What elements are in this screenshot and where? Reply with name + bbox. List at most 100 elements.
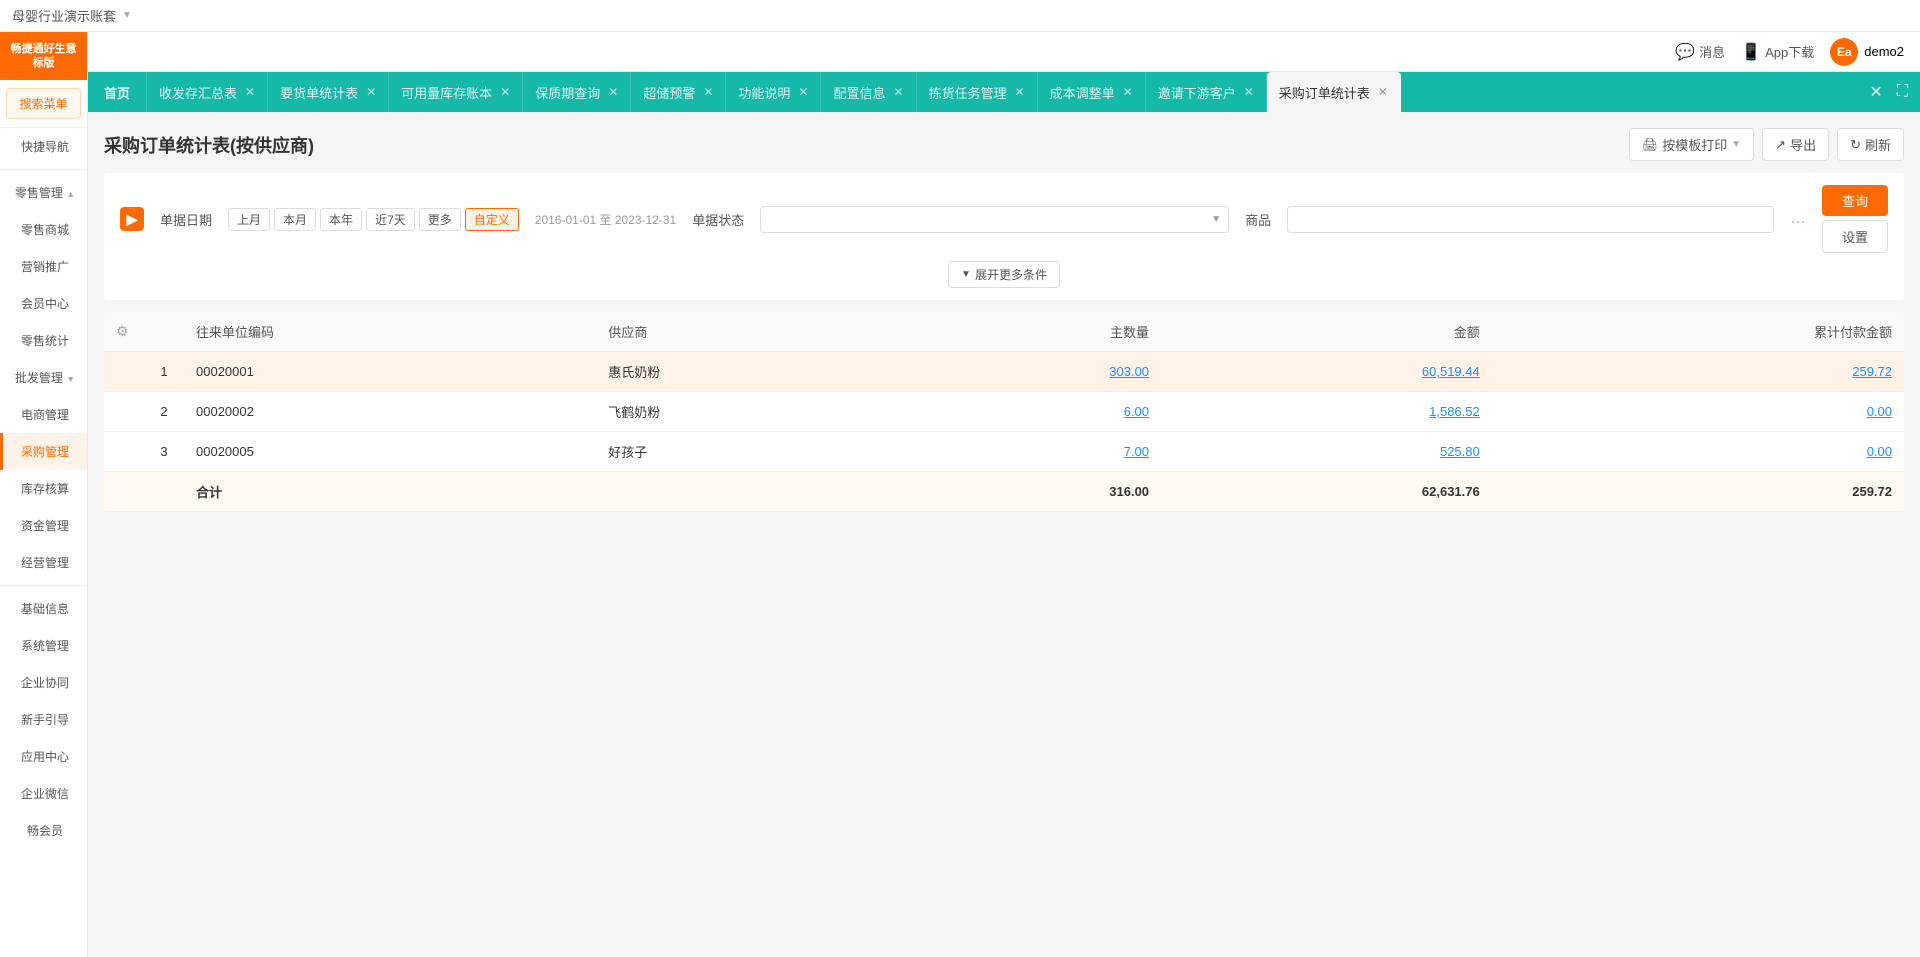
th-paid-amount: 累计付款金额 [1492,312,1904,352]
table-row[interactable]: 2 00020002 飞鹤奶粉 6.00 1,586.52 0.00 [104,392,1904,432]
status-filter-label: 单据状态 [692,210,744,229]
sidebar-item-retail[interactable]: 零售管理 ▲ [0,174,87,211]
query-button[interactable]: 查询 [1822,185,1888,216]
sidebar-item-label: 经营管理 [21,554,69,571]
tab-close-icon[interactable]: ✕ [1244,85,1254,99]
sidebar-item-label: 采购管理 [21,443,69,460]
message-icon: 💬 [1675,42,1695,62]
sidebar-item-retail-stats[interactable]: 零售统计 [0,322,87,359]
footer-paid-amount: 259.72 [1492,472,1904,512]
row-main-qty: 7.00 [903,432,1161,472]
row-amount: 1,586.52 [1161,392,1492,432]
tab-function-desc[interactable]: 功能说明 ✕ [726,72,821,112]
table-row[interactable]: 1 00020001 惠氏奶粉 303.00 60,519.44 259.72 [104,352,1904,392]
tab-label: 超储预警 [643,83,695,102]
status-select[interactable] [760,206,1229,233]
sidebar-item-label: 基础信息 [21,600,69,617]
date-shortcut-7days[interactable]: 近7天 [366,208,415,231]
tab-close-icon[interactable]: ✕ [500,85,510,99]
sidebar-item-label: 批发管理 ▼ [15,369,75,386]
workspace-dropdown-icon[interactable]: ▼ [122,10,132,21]
print-button[interactable]: 🖨 按模板打印 ▼ [1629,128,1754,161]
tab-cost-adjust[interactable]: 成本调整单 ✕ [1038,72,1146,112]
goods-more-icon[interactable]: … [1790,210,1806,228]
tab-expiry-query[interactable]: 保质期查询 ✕ [523,72,631,112]
user-profile[interactable]: Ea demo2 [1830,38,1904,66]
workspace-select[interactable]: 母婴行业演示账套 ▼ [12,6,132,25]
tab-goods-stats[interactable]: 要货单统计表 ✕ [268,72,389,112]
footer-label: 合计 [184,472,596,512]
tab-maximize-icon[interactable]: ⛶ [1893,81,1912,103]
row-partner-code: 00020005 [184,432,596,472]
row-main-qty: 6.00 [903,392,1161,432]
export-button[interactable]: ↗ 导出 [1762,128,1829,161]
sidebar-item-enterprise-collab[interactable]: 企业协同 [0,664,87,701]
tab-close-icon[interactable]: ✕ [608,85,618,99]
date-shortcuts: 上月 本月 本年 近7天 更多 自定义 [228,208,519,231]
sidebar-search-section: 搜索菜单 [0,80,87,128]
sidebar-item-members[interactable]: 会员中心 [0,285,87,322]
sidebar-item-ecommerce[interactable]: 电商管理 [0,396,87,433]
footer-empty-3 [596,472,903,512]
message-action[interactable]: 💬 消息 [1675,42,1725,62]
tab-close-icon[interactable]: ✕ [245,85,255,99]
sidebar-item-operations[interactable]: 经营管理 [0,544,87,581]
date-shortcut-custom[interactable]: 自定义 [465,208,519,231]
page-header-actions: 🖨 按模板打印 ▼ ↗ 导出 ↻ 刷新 [1629,128,1904,161]
sidebar-item-quick-nav[interactable]: 快捷导航 [0,128,87,165]
row-supplier: 好孩子 [596,432,903,472]
tab-overstock[interactable]: 超储预警 ✕ [631,72,726,112]
tab-close-icon[interactable]: ✕ [798,85,808,99]
tab-picking-tasks[interactable]: 拣货任务管理 ✕ [917,72,1038,112]
tab-home[interactable]: 首页 [88,72,147,112]
message-label: 消息 [1699,42,1725,61]
tab-close-all-icon[interactable]: ✕ [1865,80,1886,104]
sidebar-item-label: 资金管理 [21,517,69,534]
table-row[interactable]: 3 00020005 好孩子 7.00 525.80 0.00 [104,432,1904,472]
tab-close-icon[interactable]: ✕ [703,85,713,99]
search-menu-button[interactable]: 搜索菜单 [6,88,81,119]
tab-label: 保质期查询 [535,83,600,102]
sidebar-item-basic-info[interactable]: 基础信息 [0,590,87,627]
tab-config-info[interactable]: 配置信息 ✕ [821,72,916,112]
tab-purchase-stats[interactable]: 采购订单统计表 ✕ [1267,72,1401,112]
sidebar-item-app-center[interactable]: 应用中心 [0,738,87,775]
tab-close-icon[interactable]: ✕ [894,85,904,99]
row-main-qty: 303.00 [903,352,1161,392]
tab-close-icon[interactable]: ✕ [1123,85,1133,99]
sidebar-item-vip[interactable]: 畅会员 [0,812,87,849]
date-shortcut-this-month[interactable]: 本月 [274,208,316,231]
tab-invite-downstream[interactable]: 邀请下游客户 ✕ [1146,72,1267,112]
sidebar-item-system[interactable]: 系统管理 [0,627,87,664]
sidebar-item-enterprise-wechat[interactable]: 企业微信 [0,775,87,812]
expand-more-button[interactable]: ▼ 展开更多条件 [948,261,1060,288]
date-shortcut-more[interactable]: 更多 [419,208,461,231]
sidebar-item-inventory[interactable]: 库存核算 [0,470,87,507]
tab-available-stock[interactable]: 可用量库存账本 ✕ [389,72,523,112]
refresh-button[interactable]: ↻ 刷新 [1837,128,1904,161]
goods-input[interactable] [1287,206,1774,233]
date-shortcut-this-year[interactable]: 本年 [320,208,362,231]
tab-receive-send[interactable]: 收发存汇总表 ✕ [147,72,268,112]
sidebar-item-label: 营销推广 [21,258,69,275]
column-settings-icon[interactable]: ⚙ [116,323,129,339]
app-download-action[interactable]: 📱 App下载 [1741,42,1814,62]
tab-close-active-icon[interactable]: ✕ [1378,85,1388,99]
row-settings-cell [104,352,144,392]
date-shortcut-last-month[interactable]: 上月 [228,208,270,231]
tab-close-icon[interactable]: ✕ [1015,85,1025,99]
tab-close-icon[interactable]: ✕ [366,85,376,99]
sidebar-item-retail-shop[interactable]: 零售商城 [0,211,87,248]
tab-bar-end: ✕ ⛶ [1857,80,1920,104]
filter-toggle-button[interactable]: ▶ [120,207,144,231]
th-amount: 金额 [1161,312,1492,352]
top-bar-actions: 💬 消息 📱 App下载 Ea demo2 [1675,38,1904,66]
row-index: 2 [144,392,184,432]
sidebar-item-new-guide[interactable]: 新手引导 [0,701,87,738]
page-title: 采购订单统计表(按供应商) [104,132,314,158]
sidebar-item-finance[interactable]: 资金管理 [0,507,87,544]
sidebar-item-wholesale[interactable]: 批发管理 ▼ [0,359,87,396]
settings-button[interactable]: 设置 [1822,220,1888,253]
sidebar-item-purchase[interactable]: 采购管理 [0,433,87,470]
sidebar-item-marketing[interactable]: 营销推广 [0,248,87,285]
